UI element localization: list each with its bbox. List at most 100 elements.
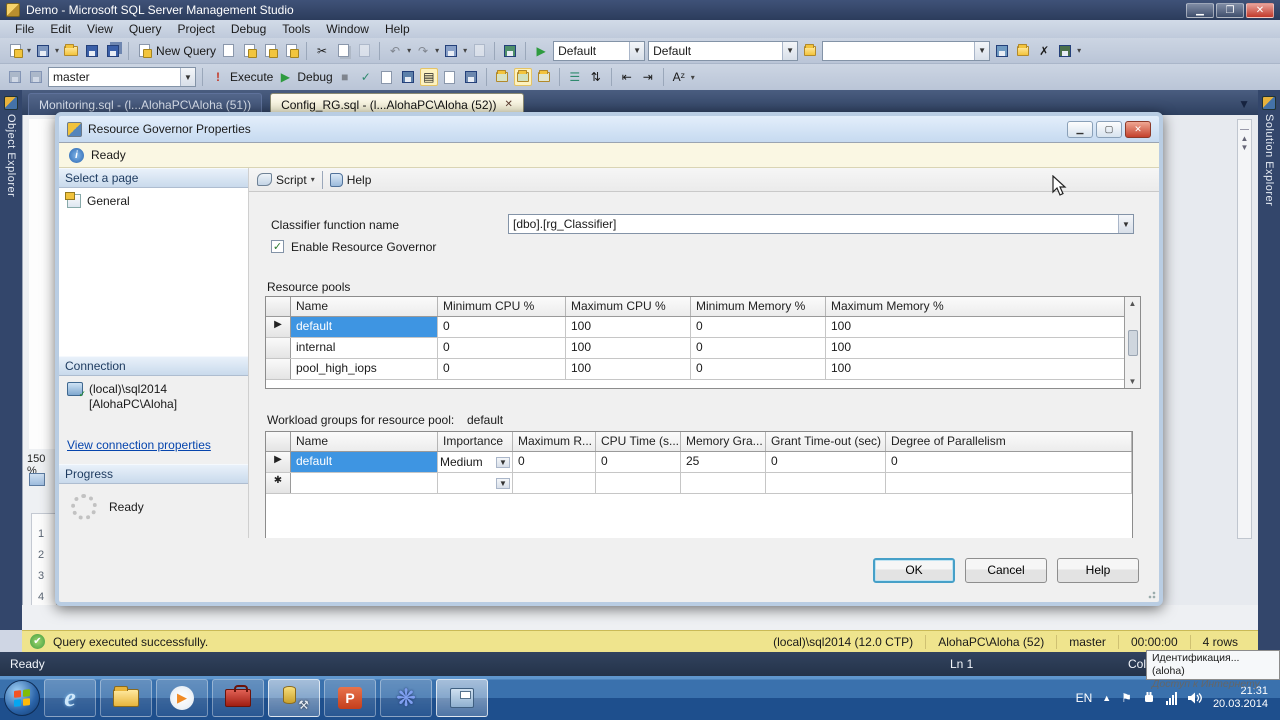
tab-scroll-down-icon[interactable]: ▼	[1238, 97, 1250, 111]
execute-button[interactable]: Execute	[230, 70, 273, 84]
new-connection-icon[interactable]	[6, 42, 24, 60]
pool-min-mem-cell[interactable]: 0	[691, 317, 826, 337]
xmla-query-icon[interactable]	[282, 42, 300, 60]
properties-icon[interactable]	[470, 42, 488, 60]
display-estimated-plan-icon[interactable]: ☰	[566, 68, 584, 86]
redo-icon[interactable]: ↷	[414, 42, 432, 60]
activity-monitor-icon[interactable]	[34, 42, 52, 60]
pool-min-cpu-cell[interactable]: 0	[438, 359, 566, 379]
menu-query[interactable]: Query	[122, 21, 169, 37]
cpu-time-cell[interactable]: 0	[596, 452, 681, 472]
menu-debug[interactable]: Debug	[224, 21, 273, 37]
combo-arrow-icon[interactable]: ▼	[782, 41, 798, 60]
menu-window[interactable]: Window	[319, 21, 376, 37]
new-cell[interactable]	[886, 473, 1132, 493]
toolbar2-overflow-icon[interactable]: ▾	[691, 73, 695, 82]
pool-max-cpu-cell[interactable]: 100	[566, 338, 691, 358]
action-center-flag-icon[interactable]: ⚑	[1121, 691, 1132, 705]
pool-name-cell[interactable]: internal	[291, 338, 438, 358]
pool-min-mem-cell[interactable]: 0	[691, 359, 826, 379]
comment-icon[interactable]	[493, 68, 511, 86]
language-indicator[interactable]: EN	[1076, 691, 1093, 705]
col-max-mem[interactable]: Maximum Memory %	[826, 297, 1140, 316]
open-file-icon[interactable]	[62, 42, 80, 60]
options-tools-icon[interactable]: ✗	[1035, 42, 1053, 60]
disconnect-icon[interactable]	[27, 68, 45, 86]
max-requests-cell[interactable]: 0	[513, 452, 596, 472]
taskbar-admin-toolbox[interactable]	[212, 679, 264, 717]
menu-view[interactable]: View	[80, 21, 120, 37]
col-importance[interactable]: Importance	[438, 432, 513, 451]
uncomment-icon[interactable]	[513, 68, 532, 86]
save-all-icon[interactable]	[104, 42, 122, 60]
activity-dropdown-icon[interactable]: ▾	[55, 46, 59, 55]
database-combo[interactable]: master ▼	[48, 67, 196, 87]
new-name-cell[interactable]	[291, 473, 438, 493]
pool-name-cell[interactable]: default	[291, 317, 438, 337]
navigate-dropdown-icon[interactable]: ▾	[463, 46, 467, 55]
navigate-icon[interactable]	[442, 42, 460, 60]
new-cell[interactable]	[766, 473, 886, 493]
new-cell[interactable]	[513, 473, 596, 493]
results-file-icon[interactable]	[462, 68, 480, 86]
start-playback-icon[interactable]: ▶	[532, 42, 550, 60]
connect-icon[interactable]	[6, 68, 24, 86]
intellisense-icon[interactable]	[399, 68, 417, 86]
classifier-function-combo[interactable]: [dbo].[rg_Classifier] ▼	[508, 214, 1134, 234]
taskbar-app-window[interactable]	[436, 679, 488, 717]
pool-name-cell[interactable]: pool_high_iops	[291, 359, 438, 379]
pool-max-mem-cell[interactable]: 100	[826, 359, 1140, 379]
increase-indent-icon[interactable]: ⇥	[639, 68, 657, 86]
solution-explorer-tab[interactable]: Solution Explorer	[1258, 90, 1280, 206]
col-memory-grant[interactable]: Memory Gra...	[681, 432, 766, 451]
session-combo[interactable]: Default ▼	[648, 40, 799, 61]
network-signal-icon[interactable]	[1165, 691, 1177, 705]
combo-arrow-icon[interactable]: ▼	[496, 456, 510, 468]
find-icon[interactable]	[993, 42, 1011, 60]
toolbar-overflow-icon[interactable]: ▾	[1077, 46, 1081, 55]
help-button[interactable]: Help	[1057, 557, 1139, 583]
memory-grant-cell[interactable]: 25	[681, 452, 766, 472]
pool-row-internal[interactable]: internal 0 100 0 100	[266, 338, 1140, 359]
query-options-icon[interactable]: ⇅	[587, 68, 605, 86]
col-degree-parallelism[interactable]: Degree of Parallelism	[886, 432, 1132, 451]
template-explorer-icon[interactable]	[801, 42, 819, 60]
debug-button[interactable]: Debug	[297, 70, 332, 84]
new-cell[interactable]	[681, 473, 766, 493]
object-search-icon[interactable]	[1014, 42, 1032, 60]
scrollbar-thumb[interactable]	[1127, 329, 1138, 356]
object-explorer-tab[interactable]: Object Explorer	[0, 90, 22, 197]
dialog-minimize-button[interactable]: ▁	[1067, 120, 1093, 138]
menu-tools[interactable]: Tools	[275, 21, 317, 37]
outline-icon[interactable]	[535, 68, 553, 86]
change-type-icon[interactable]	[378, 68, 396, 86]
specify-values-icon[interactable]: Aᶻ	[670, 68, 688, 86]
new-query-icon[interactable]	[135, 42, 153, 60]
pool-max-mem-cell[interactable]: 100	[826, 338, 1140, 358]
taskbar-windows-explorer[interactable]	[100, 679, 152, 717]
col-name[interactable]: Name	[291, 297, 438, 316]
enable-resource-governor-checkbox[interactable]: ✓	[271, 240, 284, 253]
menu-file[interactable]: File	[8, 21, 41, 37]
combo-arrow-icon[interactable]: ▼	[180, 68, 195, 86]
start-button[interactable]	[4, 680, 40, 716]
scroll-down-icon[interactable]: ▼	[1129, 377, 1137, 386]
taskbar-internet-explorer[interactable]: e	[44, 679, 96, 717]
view-connection-properties-link[interactable]: View connection properties	[67, 438, 211, 452]
new-cell[interactable]	[596, 473, 681, 493]
tab-close-icon[interactable]: ✕	[505, 99, 513, 110]
new-connection-dropdown-icon[interactable]: ▾	[27, 46, 31, 55]
tray-expand-icon[interactable]: ▲	[1102, 693, 1111, 703]
pool-row-default[interactable]: ▶ default 0 100 0 100	[266, 317, 1140, 338]
menu-help[interactable]: Help	[378, 21, 417, 37]
grant-timeout-cell[interactable]: 0	[766, 452, 886, 472]
cut-icon[interactable]: ✂	[313, 42, 331, 60]
results-grid-tab-icon[interactable]	[29, 473, 45, 486]
pools-grid-scrollbar[interactable]: ▲ ▼	[1124, 297, 1140, 388]
col-min-cpu[interactable]: Minimum CPU %	[438, 297, 566, 316]
page-item-general[interactable]: General	[65, 192, 242, 210]
col-cpu-time[interactable]: CPU Time (s...	[596, 432, 681, 451]
save-icon[interactable]	[83, 42, 101, 60]
pool-row-high-iops[interactable]: pool_high_iops 0 100 0 100	[266, 359, 1140, 380]
editor-vertical-scrollbar[interactable]: ▲ ▼	[1237, 119, 1252, 539]
